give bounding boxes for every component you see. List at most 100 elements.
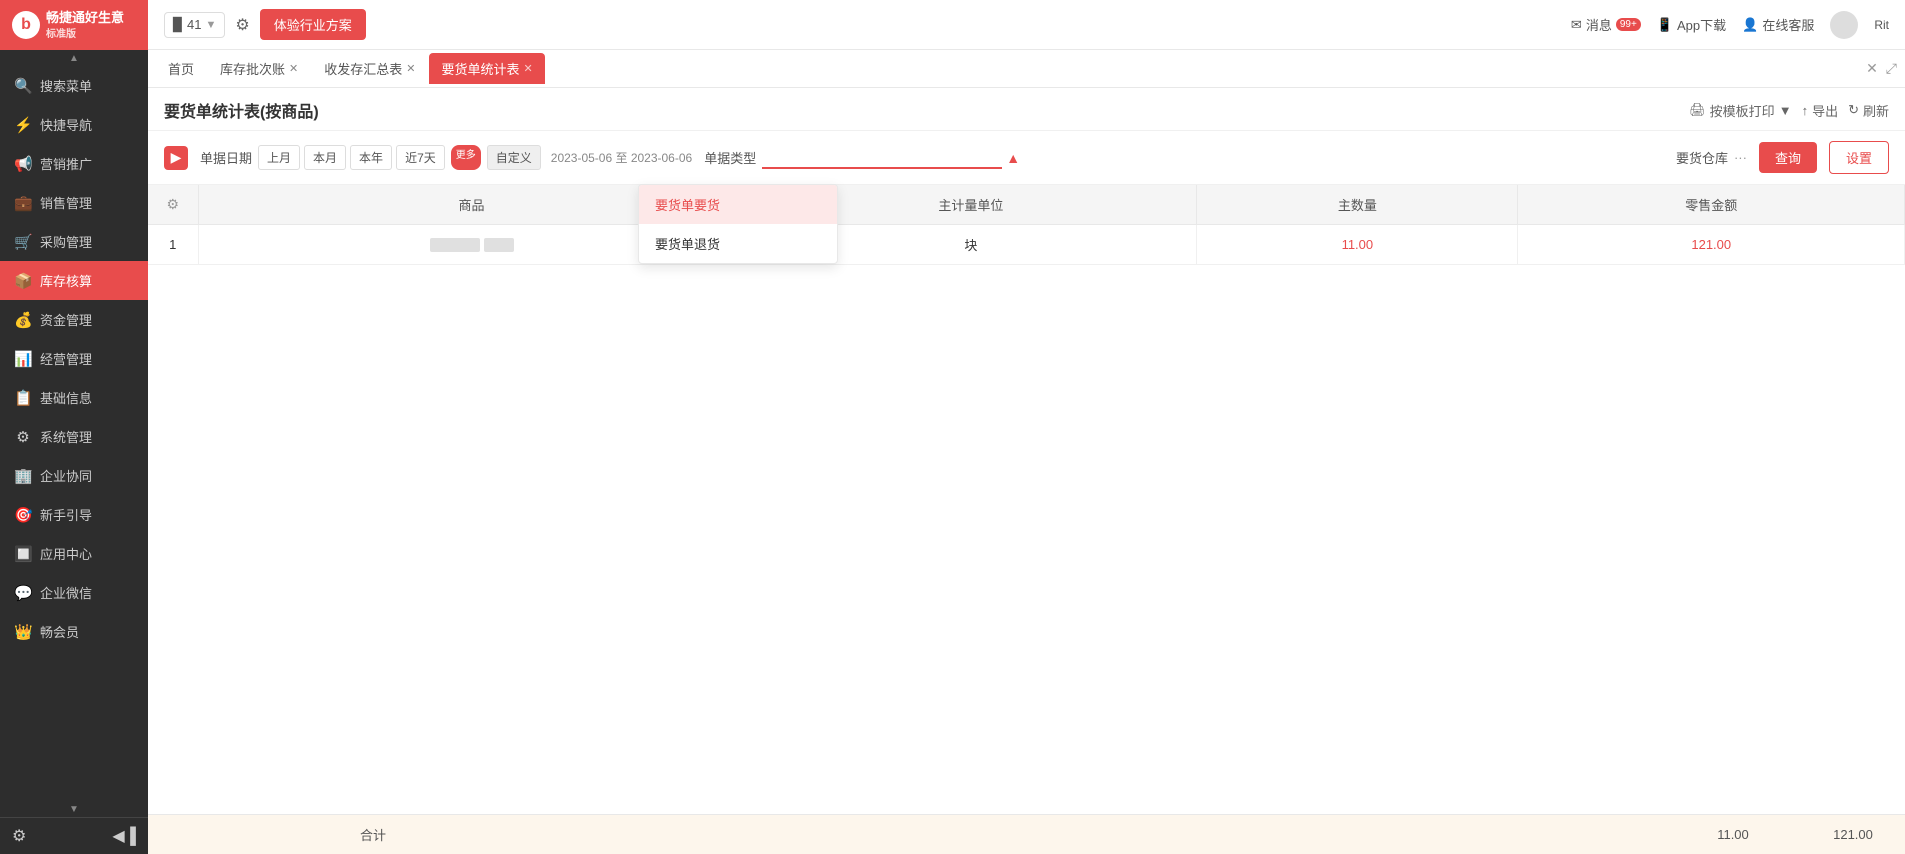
service-icon: 👤	[1742, 17, 1758, 33]
last-month-btn[interactable]: 上月	[258, 145, 300, 170]
system-icon: ⚙	[14, 428, 32, 446]
sidebar-item-finance[interactable]: 💰资金管理	[0, 300, 148, 339]
cell-amount: 121.00	[1518, 225, 1905, 265]
sidebar-nav: 🔍 搜索菜单 ⚡快捷导航📢营销推广💼销售管理🛒采购管理📦库存核算💰资金管理📊经营管理…	[0, 66, 148, 801]
store-count: 41	[187, 17, 201, 32]
search-icon: 🔍	[14, 77, 32, 95]
gear-icon[interactable]: ⚙	[235, 15, 249, 35]
col-qty: 主数量	[1197, 185, 1518, 225]
nav-label-basic: 基础信息	[40, 388, 92, 407]
export-icon: ↑	[1802, 103, 1809, 118]
tab-close-1[interactable]: ✕	[289, 62, 298, 75]
tab-label-0: 首页	[168, 59, 194, 78]
main-area: ▉ 41 ▼ ⚙ 体验行业方案 ✉ 消息 99+ 📱 App下载 👤 在线客服 …	[148, 0, 1905, 854]
query-button[interactable]: 查询	[1759, 142, 1817, 173]
user-name: Rit	[1874, 18, 1889, 32]
collapse-icon[interactable]: ◀▐	[112, 826, 136, 846]
footer-label: 合计	[160, 825, 386, 844]
custom-date-btn[interactable]: 自定义	[487, 145, 541, 170]
store-selector[interactable]: ▉ 41 ▼	[164, 12, 225, 38]
app-sub: 标准版	[46, 25, 124, 40]
date-range-display: 2023-05-06 至 2023-06-06	[551, 149, 692, 166]
tab-close-2[interactable]: ✕	[406, 62, 415, 75]
table-header-row: ⚙ 商品 主计量单位 主数量 零售金额	[148, 185, 1905, 225]
close-all-tabs-icon[interactable]: ✕	[1866, 60, 1878, 77]
messages-badge: 99+	[1616, 18, 1641, 31]
tab-1[interactable]: 库存批次账✕	[208, 53, 310, 84]
download-icon: 📱	[1657, 17, 1673, 33]
last-7-days-btn[interactable]: 近7天	[396, 145, 445, 170]
trial-button[interactable]: 体验行业方案	[260, 9, 366, 40]
sidebar-item-member[interactable]: 👑 畅会员	[0, 612, 148, 651]
nav-label-appstore: 应用中心	[40, 544, 92, 563]
filter-expand-button[interactable]: ▶	[164, 146, 188, 170]
filter-settings-button[interactable]: 设置	[1829, 141, 1889, 174]
content-area: 要货单统计表(按商品) 🖨 按模板打印 ▼ ↑ 导出 ↻ 刷新 ▶	[148, 88, 1905, 854]
nav-label-enterprise: 企业协同	[40, 466, 92, 485]
sidebar-item-enterprise[interactable]: 🏢企业协同	[0, 456, 148, 495]
member-icon: 👑	[14, 623, 32, 641]
sidebar-item-inventory[interactable]: 📦库存核算	[0, 261, 148, 300]
inventory-icon: 📦	[14, 272, 32, 290]
sidebar-item-search[interactable]: 🔍 搜索菜单	[0, 66, 148, 105]
type-select-wrapper: ▲	[762, 146, 1020, 169]
dropdown-item-1[interactable]: 要货单退货	[639, 224, 837, 263]
warehouse-filter-group: 要货仓库 ···	[1676, 148, 1747, 167]
footer-values: 11.00 121.00	[1693, 827, 1893, 842]
filter-bar: ▶ 单据日期 上月 本月 本年 近7天 更多 自定义 2023-05-06 至 …	[148, 131, 1905, 185]
sidebar-item-wechat[interactable]: 💬企业微信	[0, 573, 148, 612]
nav-label-search: 搜索菜单	[40, 76, 92, 95]
refresh-button[interactable]: ↻ 刷新	[1848, 101, 1889, 120]
sidebar-item-guide[interactable]: 🎯新手引导	[0, 495, 148, 534]
top-header: ▉ 41 ▼ ⚙ 体验行业方案 ✉ 消息 99+ 📱 App下载 👤 在线客服 …	[148, 0, 1905, 50]
app-logo: b 畅捷通好生意 标准版	[0, 0, 148, 50]
type-filter-group: 单据类型 ▲	[704, 146, 1020, 169]
online-service-label: 在线客服	[1762, 15, 1814, 34]
type-dropdown-icon[interactable]: ▲	[1006, 150, 1020, 166]
column-settings-icon[interactable]: ⚙	[166, 196, 179, 212]
online-service-btn[interactable]: 👤 在线客服	[1742, 15, 1814, 34]
more-date-badge: 更多	[451, 145, 481, 170]
this-month-btn[interactable]: 本月	[304, 145, 346, 170]
sidebar-item-basic[interactable]: 📋基础信息	[0, 378, 148, 417]
type-input[interactable]	[762, 146, 1002, 169]
tab-0[interactable]: 首页	[156, 53, 206, 84]
sidebar-item-quick[interactable]: ⚡快捷导航	[0, 105, 148, 144]
export-label: 导出	[1812, 101, 1838, 120]
logo-icon: b	[12, 11, 40, 39]
sidebar-item-marketing[interactable]: 📢营销推广	[0, 144, 148, 183]
user-avatar[interactable]	[1830, 11, 1858, 39]
sidebar-item-sales[interactable]: 💼销售管理	[0, 183, 148, 222]
this-year-btn[interactable]: 本年	[350, 145, 392, 170]
sidebar-item-system[interactable]: ⚙系统管理	[0, 417, 148, 456]
tab-3[interactable]: 要货单统计表✕	[429, 53, 544, 84]
nav-label-member: 畅会员	[40, 622, 79, 641]
sidebar-item-operation[interactable]: 📊经营管理	[0, 339, 148, 378]
tab-close-3[interactable]: ✕	[524, 62, 533, 75]
app-download-btn[interactable]: 📱 App下载	[1657, 15, 1726, 34]
nav-label-marketing: 营销推广	[40, 154, 92, 173]
dropdown-item-0[interactable]: 要货单要货	[639, 185, 837, 224]
header-left: ▉ 41 ▼ ⚙ 体验行业方案	[164, 9, 366, 40]
export-button[interactable]: ↑ 导出	[1802, 101, 1839, 120]
sidebar-item-purchase[interactable]: 🛒采购管理	[0, 222, 148, 261]
expand-tabs-icon[interactable]: ⤢	[1886, 60, 1897, 77]
nav-label-sales: 销售管理	[40, 193, 92, 212]
messages-btn[interactable]: ✉ 消息 99+	[1571, 15, 1641, 34]
nav-label-quick: 快捷导航	[40, 115, 92, 134]
tab-2[interactable]: 收发存汇总表 ✕	[312, 53, 427, 84]
sidebar-item-appstore[interactable]: 🔲 应用中心	[0, 534, 148, 573]
print-button[interactable]: 🖨 按模板打印 ▼	[1689, 101, 1791, 120]
scroll-down-indicator[interactable]: ▼	[0, 801, 148, 817]
warehouse-filter-label: 要货仓库	[1676, 148, 1728, 167]
col-amount: 零售金额	[1518, 185, 1905, 225]
scroll-up-indicator[interactable]: ▲	[0, 50, 148, 66]
message-icon: ✉	[1571, 17, 1582, 33]
appstore-icon: 🔲	[14, 545, 32, 563]
warehouse-more-icon[interactable]: ···	[1734, 150, 1747, 165]
settings-icon[interactable]: ⚙	[12, 826, 26, 846]
cell-seq: 1	[148, 225, 198, 265]
finance-icon: 💰	[14, 311, 32, 329]
tab-label-2: 收发存汇总表	[324, 59, 402, 78]
table-footer: 合计 11.00 121.00	[148, 814, 1905, 854]
